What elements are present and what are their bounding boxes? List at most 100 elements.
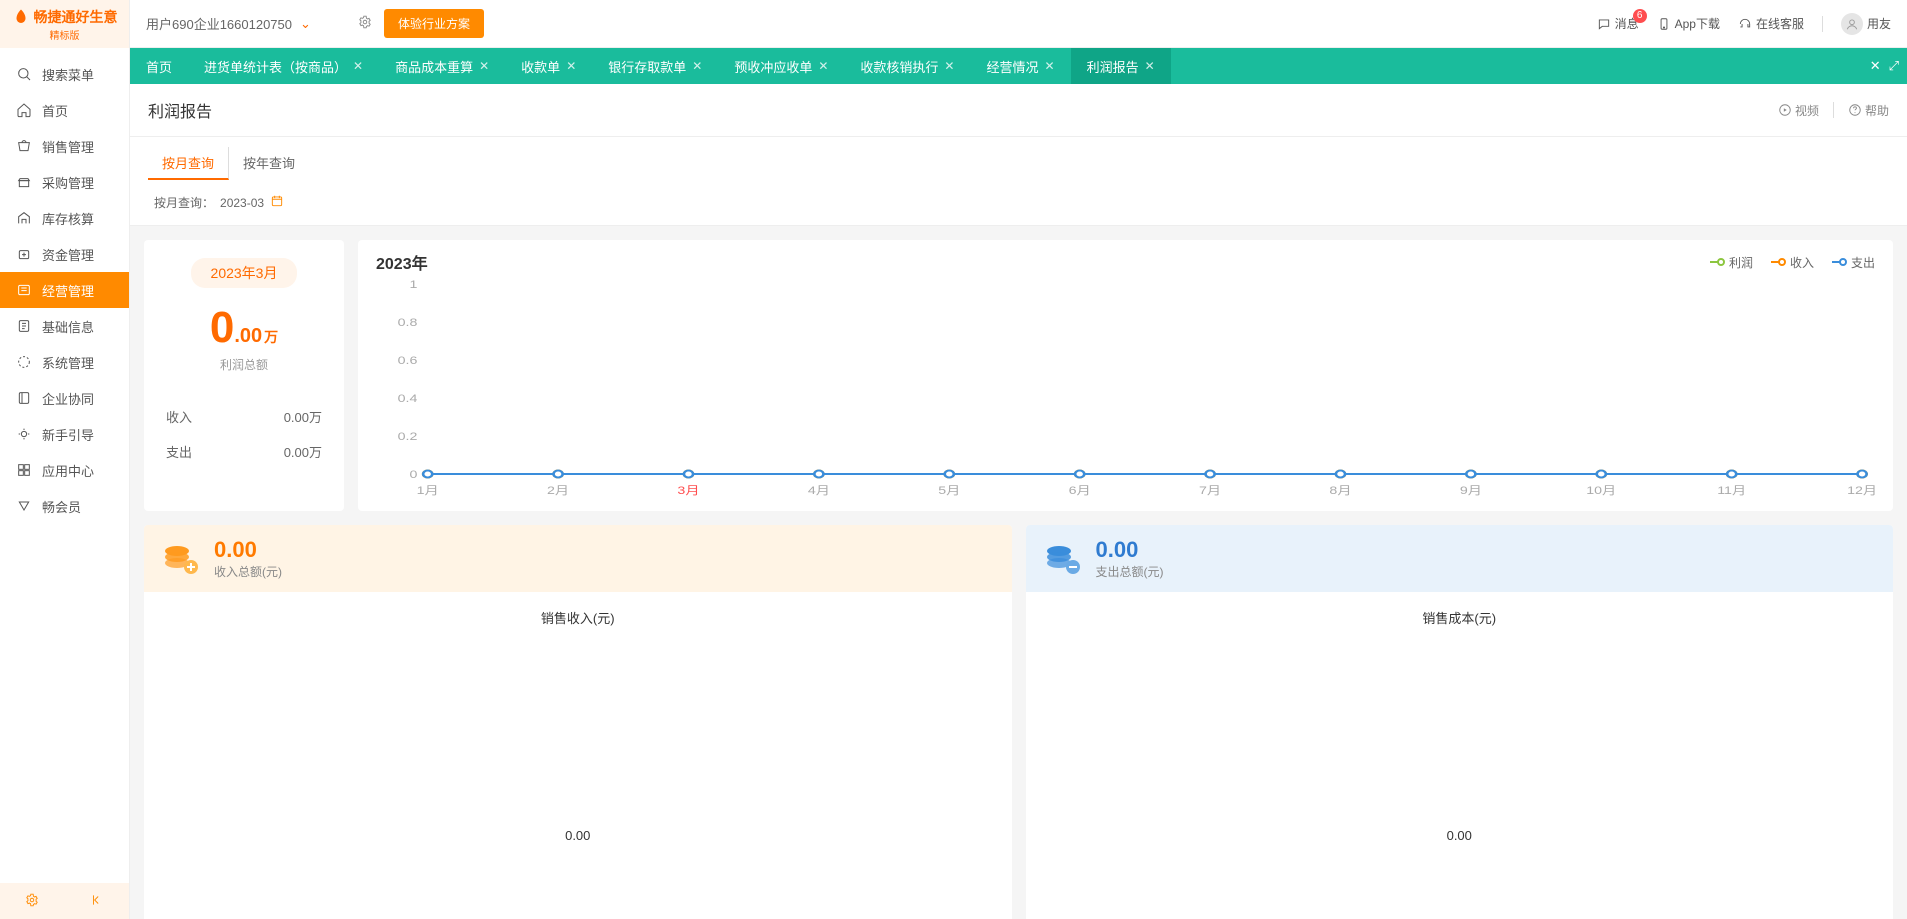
- legend-item[interactable]: 收入: [1771, 254, 1814, 271]
- tab-label: 利润报告: [1087, 57, 1139, 76]
- account-name: 用户690企业1660120750: [146, 14, 292, 33]
- summary-row: 收入0.00万: [160, 399, 328, 434]
- svg-text:5月: 5月: [938, 484, 960, 496]
- profit-total: 0 .00 万: [210, 306, 278, 350]
- sidebar-item-2[interactable]: 销售管理: [0, 128, 129, 164]
- menu-icon: [16, 318, 32, 334]
- expense-label: 支出总额(元): [1096, 563, 1164, 580]
- sidebar-item-5[interactable]: 资金管理: [0, 236, 129, 272]
- tab-5[interactable]: 预收冲应收单✕: [718, 48, 844, 84]
- tab-7[interactable]: 经营情况 ✕: [970, 48, 1070, 84]
- menu-icon: [16, 498, 32, 514]
- expense-icon: [1042, 538, 1084, 580]
- svg-text:3月: 3月: [677, 484, 699, 496]
- tab-label: 商品成本重算: [395, 57, 473, 76]
- chart-card: 2023年 利润收入支出 00.20.40.60.811月2月3月4月5月6月7…: [358, 240, 1893, 511]
- sidebar-item-9[interactable]: 企业协同: [0, 380, 129, 416]
- chevron-down-icon: ⌄: [300, 16, 311, 32]
- close-icon[interactable]: ✕: [1145, 59, 1155, 73]
- sidebar-item-label: 采购管理: [42, 173, 94, 192]
- sidebar-item-label: 畅会员: [42, 497, 81, 516]
- account-selector[interactable]: 用户690企业1660120750 ⌄: [146, 14, 346, 33]
- sidebar-item-11[interactable]: 应用中心: [0, 452, 129, 488]
- messages-button[interactable]: 消息 6: [1597, 15, 1639, 32]
- tab-2[interactable]: 商品成本重算 ✕: [379, 48, 505, 84]
- income-panel: 0.00 收入总额(元) 销售收入(元)0.000%销售收入0.00零售开单收入…: [144, 525, 1012, 919]
- summary-card: 2023年3月 0 .00 万 利润总额 收入0.00万支出0.00万: [144, 240, 344, 511]
- tab-8[interactable]: 利润报告 ✕: [1071, 48, 1171, 84]
- messages-badge: 6: [1633, 9, 1647, 23]
- tab-label: 经营情况: [986, 57, 1038, 76]
- legend-item[interactable]: 支出: [1832, 254, 1875, 271]
- user-menu[interactable]: 用友: [1841, 13, 1891, 35]
- panel-row: 销售收入(元)0.000%: [160, 598, 996, 919]
- menu-icon: [16, 462, 32, 478]
- content-scroll[interactable]: 利润报告 视频 帮助 按月查询按年查询 按月查询：: [130, 84, 1907, 919]
- trial-plan-button[interactable]: 体验行业方案: [384, 9, 484, 38]
- video-help-button[interactable]: 视频: [1778, 102, 1819, 119]
- help-button[interactable]: 帮助: [1848, 102, 1889, 119]
- profit-label: 利润总额: [220, 356, 268, 373]
- query-tab-0[interactable]: 按月查询: [148, 147, 229, 180]
- logo-text: 畅捷通好生意: [34, 7, 118, 27]
- sidebar-item-label: 搜索菜单: [42, 65, 94, 84]
- sidebar-item-10[interactable]: 新手引导: [0, 416, 129, 452]
- svg-text:2月: 2月: [547, 484, 569, 496]
- online-service-label: 在线客服: [1756, 15, 1804, 32]
- collapse-icon[interactable]: [90, 893, 104, 910]
- sidebar-footer: [0, 883, 129, 919]
- user-name: 用友: [1867, 15, 1891, 32]
- query-area: 按月查询按年查询 按月查询： 2023-03: [130, 137, 1907, 226]
- close-icon[interactable]: ✕: [692, 59, 702, 73]
- menu-icon: [16, 282, 32, 298]
- tab-label: 进货单统计表（按商品）: [204, 57, 347, 76]
- menu-icon: [16, 354, 32, 370]
- svg-text:7月: 7月: [1199, 484, 1221, 496]
- close-icon[interactable]: ✕: [353, 59, 363, 73]
- income-label: 收入总额(元): [214, 563, 282, 580]
- tab-3[interactable]: 收款单✕: [505, 48, 592, 84]
- close-icon[interactable]: ✕: [1045, 59, 1055, 73]
- sidebar-item-6[interactable]: 经营管理: [0, 272, 129, 308]
- close-icon[interactable]: ✕: [566, 59, 576, 73]
- gear-icon[interactable]: [358, 15, 372, 32]
- app-download-button[interactable]: App下载: [1657, 15, 1720, 32]
- close-icon[interactable]: ✕: [479, 59, 489, 73]
- summary-period: 2023年3月: [191, 258, 298, 288]
- sidebar-item-1[interactable]: 首页: [0, 92, 129, 128]
- sidebar-item-7[interactable]: 基础信息: [0, 308, 129, 344]
- svg-text:0.2: 0.2: [398, 430, 418, 442]
- query-tab-1[interactable]: 按年查询: [229, 147, 309, 180]
- query-value[interactable]: 2023-03: [220, 196, 264, 210]
- svg-text:1月: 1月: [417, 484, 439, 496]
- sidebar-item-0[interactable]: 搜索菜单: [0, 56, 129, 92]
- sidebar-item-label: 销售管理: [42, 137, 94, 156]
- settings-icon[interactable]: [25, 893, 39, 910]
- tabbar-expand-icon[interactable]: ⤢: [1889, 58, 1899, 74]
- sidebar-item-label: 新手引导: [42, 425, 94, 444]
- tabbar-close-all-icon[interactable]: ✕: [1870, 58, 1881, 74]
- logo-icon: [12, 8, 30, 26]
- tab-6[interactable]: 收款核销执行✕: [844, 48, 970, 84]
- svg-text:8月: 8月: [1329, 484, 1351, 496]
- svg-text:0.4: 0.4: [398, 392, 418, 404]
- calendar-icon[interactable]: [270, 194, 284, 211]
- logo[interactable]: 畅捷通好生意 精标版: [0, 0, 129, 48]
- income-amount: 0.00: [214, 537, 282, 563]
- online-service-button[interactable]: 在线客服: [1738, 15, 1804, 32]
- app-download-label: App下载: [1675, 15, 1720, 32]
- legend-item[interactable]: 利润: [1710, 254, 1753, 271]
- close-icon[interactable]: ✕: [818, 59, 828, 73]
- tab-0[interactable]: 首页: [130, 48, 188, 84]
- svg-text:0.8: 0.8: [398, 316, 418, 328]
- svg-text:4月: 4月: [808, 484, 830, 496]
- svg-text:11月: 11月: [1717, 484, 1746, 496]
- close-icon[interactable]: ✕: [944, 59, 954, 73]
- chart-title: 2023年: [376, 250, 428, 274]
- sidebar-item-8[interactable]: 系统管理: [0, 344, 129, 380]
- sidebar-item-12[interactable]: 畅会员: [0, 488, 129, 524]
- tab-1[interactable]: 进货单统计表（按商品） ✕: [188, 48, 379, 84]
- tab-4[interactable]: 银行存取款单✕: [592, 48, 718, 84]
- sidebar-item-4[interactable]: 库存核算: [0, 200, 129, 236]
- sidebar-item-3[interactable]: 采购管理: [0, 164, 129, 200]
